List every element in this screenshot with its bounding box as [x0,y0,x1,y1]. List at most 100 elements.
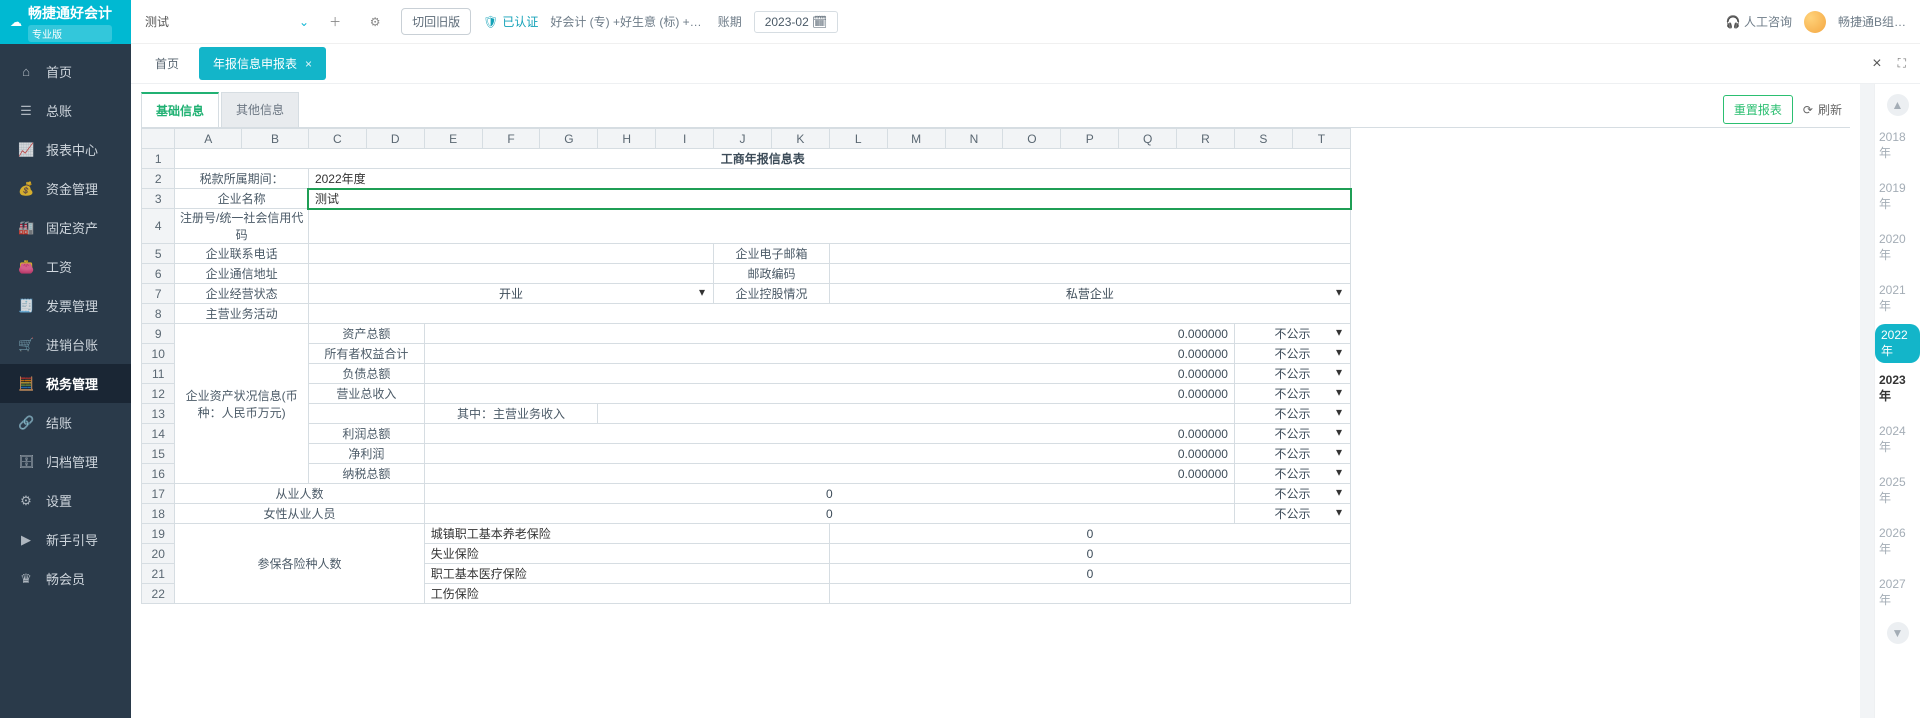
sidebar-item-0[interactable]: ⌂首页 [0,52,131,91]
col-header[interactable]: E [424,129,482,149]
add-icon[interactable]: ＋ [321,8,349,36]
col-header[interactable]: F [482,129,540,149]
sidebar-item-4[interactable]: 🏭固定资产 [0,208,131,247]
insurance-row-value[interactable]: 0 [829,564,1350,584]
dropdown-arrow-icon[interactable]: ▾ [1336,445,1342,459]
row-header[interactable]: 6 [142,264,175,284]
company-name-input[interactable]: 测试 [308,189,1350,209]
asset-row-value[interactable]: 0.000000 [424,384,1234,404]
row-header[interactable]: 17 [142,484,175,504]
col-header[interactable]: K [771,129,829,149]
row-header[interactable]: 19 [142,524,175,544]
col-header[interactable]: P [1061,129,1119,149]
col-header[interactable]: I [656,129,714,149]
col-header[interactable]: C [308,129,366,149]
addr-input[interactable] [308,264,713,284]
col-header[interactable]: M [887,129,945,149]
publicity-select[interactable]: 不公示▾ [1234,364,1350,384]
year-down-icon[interactable]: ▼ [1887,622,1909,644]
insurance-row-value[interactable] [829,584,1350,604]
close-all-tabs-icon[interactable]: × [1872,55,1881,73]
dropdown-arrow-icon[interactable]: ▾ [1336,425,1342,439]
publicity-select[interactable]: 不公示▾ [1234,404,1350,424]
reg-code-input[interactable] [308,209,1350,244]
row-header[interactable]: 4 [142,209,175,244]
year-item[interactable]: 2020年 [1875,222,1920,273]
sidebar-item-3[interactable]: 💰资金管理 [0,169,131,208]
dropdown-arrow-icon[interactable]: ▾ [1336,485,1342,499]
year-item[interactable]: 2024年 [1875,414,1920,465]
insurance-row-value[interactable]: 0 [829,524,1350,544]
vertical-scrollbar[interactable] [1860,84,1874,718]
subtab-other[interactable]: 其他信息 [221,92,299,127]
employees-value[interactable]: 0 [424,484,1234,504]
sidebar-item-2[interactable]: 📈报表中心 [0,130,131,169]
refresh-button[interactable]: ⟳ 刷新 [1803,101,1842,118]
publicity-select[interactable]: 不公示▾ [1234,344,1350,364]
col-header[interactable]: D [366,129,424,149]
col-header[interactable]: S [1234,129,1292,149]
dropdown-arrow-icon[interactable]: ▾ [1336,285,1342,299]
phone-input[interactable] [308,244,713,264]
publicity-select[interactable]: 不公示▾ [1234,504,1350,524]
col-header[interactable]: A [175,129,242,149]
dropdown-arrow-icon[interactable]: ▾ [1336,505,1342,519]
col-header[interactable]: B [242,129,309,149]
asset-row-value[interactable]: 0.000000 [424,324,1234,344]
sidebar-item-8[interactable]: 🧮税务管理 [0,364,131,403]
year-up-icon[interactable]: ▲ [1887,94,1909,116]
col-header[interactable]: L [829,129,887,149]
dropdown-arrow-icon[interactable]: ▾ [1336,345,1342,359]
year-item[interactable]: 2022年 [1875,324,1920,363]
gear-icon[interactable]: ⚙ [361,8,389,36]
main-biz-input[interactable] [308,304,1350,324]
org-selector[interactable]: 测试 ⌄ [145,13,309,30]
row-header[interactable]: 14 [142,424,175,444]
row-header[interactable]: 16 [142,464,175,484]
row-header[interactable]: 10 [142,344,175,364]
col-header[interactable]: J [714,129,772,149]
dropdown-arrow-icon[interactable]: ▾ [1336,465,1342,479]
publicity-select[interactable]: 不公示▾ [1234,484,1350,504]
row-header[interactable]: 21 [142,564,175,584]
year-item[interactable]: 2023年 [1875,363,1920,414]
col-header[interactable]: Q [1119,129,1177,149]
tab-home[interactable]: 首页 [145,47,189,80]
row-header[interactable]: 8 [142,304,175,324]
period-selector[interactable]: 2023-02 🗓 [754,11,839,33]
sidebar-item-13[interactable]: ♛畅会员 [0,559,131,598]
dropdown-arrow-icon[interactable]: ▾ [1336,385,1342,399]
row-header[interactable]: 13 [142,404,175,424]
publicity-select[interactable]: 不公示▾ [1234,324,1350,344]
sidebar-item-12[interactable]: ▶新手引导 [0,520,131,559]
sidebar-item-9[interactable]: 🔗结账 [0,403,131,442]
dropdown-arrow-icon[interactable]: ▾ [1336,365,1342,379]
col-header[interactable]: R [1177,129,1235,149]
row-header[interactable]: 11 [142,364,175,384]
row-header[interactable]: 7 [142,284,175,304]
close-tab-icon[interactable]: × [305,57,312,71]
sidebar-item-5[interactable]: 👛工资 [0,247,131,286]
sidebar-item-6[interactable]: 🧾发票管理 [0,286,131,325]
holding-select[interactable]: 私营企业▾ [829,284,1350,304]
switch-old-button[interactable]: 切回旧版 [401,8,471,35]
status-select[interactable]: 开业▾ [308,284,713,304]
row-header[interactable]: 2 [142,169,175,189]
row-header[interactable]: 9 [142,324,175,344]
publicity-select[interactable]: 不公示▾ [1234,444,1350,464]
asset-row-value[interactable]: 0.000000 [424,464,1234,484]
publicity-select[interactable]: 不公示▾ [1234,384,1350,404]
sidebar-item-1[interactable]: ☰总账 [0,91,131,130]
year-item[interactable]: 2019年 [1875,171,1920,222]
dropdown-arrow-icon[interactable]: ▾ [699,285,705,299]
asset-row-value[interactable]: 0.000000 [424,444,1234,464]
year-item[interactable]: 2026年 [1875,516,1920,567]
avatar[interactable] [1804,11,1826,33]
col-header[interactable]: O [1003,129,1061,149]
row-header[interactable]: 1 [142,149,175,169]
row-header[interactable]: 20 [142,544,175,564]
publicity-select[interactable]: 不公示▾ [1234,424,1350,444]
col-header[interactable]: T [1292,129,1350,149]
brand-logo[interactable]: ☁ 畅捷通好会计 专业版 [0,0,131,44]
col-header[interactable]: H [598,129,656,149]
